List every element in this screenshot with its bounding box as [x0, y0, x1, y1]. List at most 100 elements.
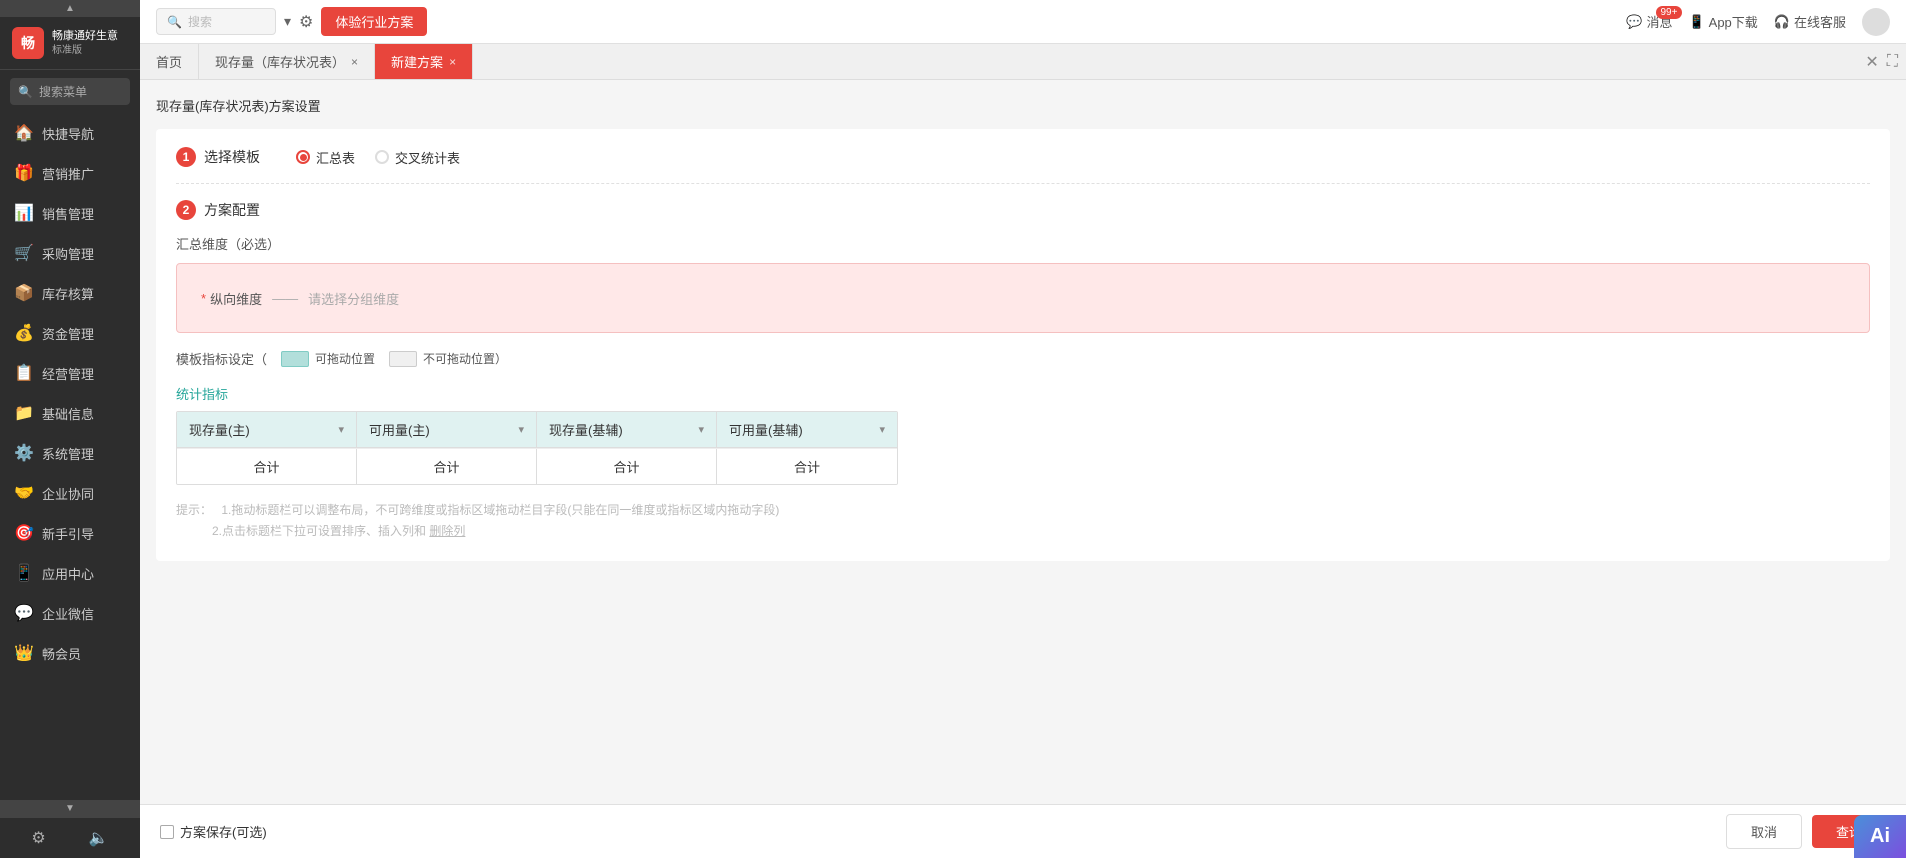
crown-icon: 👑: [14, 643, 34, 663]
sidebar-item-inventory[interactable]: 📦 库存核算: [0, 273, 140, 313]
dimension-section-label: 汇总维度（必选）: [176, 234, 1870, 253]
tip1-text: 1.拖动标题栏可以调整布局，不可跨维度或指标区域拖动栏目字段(只能在同一维度或指…: [221, 503, 779, 517]
online-support-btn[interactable]: 🎧 在线客服: [1774, 12, 1846, 31]
folder-icon: 📁: [14, 403, 34, 423]
clipboard-icon: 📋: [14, 363, 34, 383]
box-icon: 📦: [14, 283, 34, 303]
dimension-area[interactable]: * 纵向维度 —— 请选择分组维度: [176, 263, 1870, 333]
indicator-nodrag-label: 不可拖动位置）: [423, 350, 507, 367]
tab-new-plan[interactable]: 新建方案 ×: [375, 44, 473, 79]
sidebar-item-new-guide[interactable]: 🎯 新手引导: [0, 513, 140, 553]
col-dropdown-icon-0[interactable]: ▾: [338, 423, 344, 436]
app-download-btn[interactable]: 📱 App下载: [1688, 12, 1757, 31]
content-area: 现存量(库存状况表)方案设置 1 选择模板 汇总表 交叉统计表: [140, 80, 1906, 804]
step2-title: 方案配置: [204, 200, 260, 220]
indicator-drag-item: 可拖动位置: [281, 350, 375, 367]
sidebar-item-sales[interactable]: 📊 销售管理: [0, 193, 140, 233]
tab-close-btn[interactable]: ✕: [1865, 52, 1878, 72]
col-header-3[interactable]: 可用量(基辅) ▾: [717, 412, 897, 447]
topbar-search-box[interactable]: 🔍 搜索: [156, 8, 276, 35]
sidebar-bottom: ⚙ 🔈: [0, 817, 140, 858]
radio-cross[interactable]: 交叉统计表: [375, 148, 460, 167]
sidebar-item-vip[interactable]: 👑 畅会员: [0, 633, 140, 673]
col-header-1[interactable]: 可用量(主) ▾: [357, 412, 537, 447]
sidebar-item-label: 企业微信: [42, 604, 94, 623]
topbar: 🔍 搜索 ▾ ⚙ 体验行业方案 💬 消息 99+ 📱 App下载 🎧 在线客服: [140, 0, 1906, 44]
tabs-bar-right: ✕ ⛶: [1865, 52, 1906, 72]
user-avatar[interactable]: [1862, 8, 1890, 36]
sidebar: ▲ 畅 畅康通好生意 标准版 🔍 搜索菜单 🏠 快捷导航 🎁 营销推广 📊 销售…: [0, 0, 140, 858]
chart-icon: 📊: [14, 203, 34, 223]
sidebar-search-btn[interactable]: 🔍 搜索菜单: [10, 78, 130, 105]
sidebar-item-label: 畅会员: [42, 644, 81, 663]
drag-indicator-box: [281, 351, 309, 367]
handshake-icon: 🤝: [14, 483, 34, 503]
dimension-label: 纵向维度: [210, 289, 262, 308]
message-btn[interactable]: 💬 消息 99+: [1626, 12, 1672, 31]
tab-inventory-close-icon[interactable]: ×: [351, 55, 358, 69]
indicator-drag-label: 可拖动位置: [315, 350, 375, 367]
col-dropdown-icon-3[interactable]: ▾: [879, 423, 885, 436]
ai-float-button[interactable]: Ai: [1854, 815, 1906, 858]
col-header-0[interactable]: 现存量(主) ▾: [177, 412, 357, 447]
col-header-label-1: 可用量(主): [369, 420, 430, 439]
sidebar-nav: 🏠 快捷导航 🎁 营销推广 📊 销售管理 🛒 采购管理 📦 库存核算 💰 资金管…: [0, 113, 140, 800]
search-placeholder-text: 搜索: [188, 13, 212, 30]
search-icon: 🔍: [18, 85, 33, 99]
speaker-icon[interactable]: 🔈: [89, 828, 109, 848]
sidebar-item-management[interactable]: 📋 经营管理: [0, 353, 140, 393]
app-version: 标准版: [52, 44, 118, 57]
save-option[interactable]: 方案保存(可选): [160, 822, 267, 841]
sidebar-item-quick-nav[interactable]: 🏠 快捷导航: [0, 113, 140, 153]
sidebar-item-system[interactable]: ⚙️ 系统管理: [0, 433, 140, 473]
sidebar-item-marketing[interactable]: 🎁 营销推广: [0, 153, 140, 193]
sidebar-scroll-up[interactable]: ▲: [0, 0, 140, 17]
settings-icon[interactable]: ⚙: [31, 828, 45, 848]
cart-icon: 🛒: [14, 243, 34, 263]
tip-title: 提示：: [176, 503, 218, 517]
sidebar-item-enterprise[interactable]: 🤝 企业协同: [0, 473, 140, 513]
col-dropdown-icon-1[interactable]: ▾: [518, 423, 524, 436]
tab-expand-btn[interactable]: ⛶: [1887, 53, 1898, 71]
logo-text: 畅康通好生意 标准版: [52, 29, 118, 56]
tip2-link[interactable]: 删除列: [429, 524, 465, 538]
topbar-gear-icon[interactable]: ⚙: [299, 12, 313, 32]
gear-icon: ⚙️: [14, 443, 34, 463]
app-name: 畅康通好生意: [52, 29, 118, 43]
radio-summary[interactable]: 汇总表: [296, 148, 355, 167]
tab-home[interactable]: 首页: [140, 44, 199, 79]
sidebar-item-purchase[interactable]: 🛒 采购管理: [0, 233, 140, 273]
chat-icon: 💬: [14, 603, 34, 623]
tab-new-plan-close-icon[interactable]: ×: [449, 55, 456, 69]
trial-button[interactable]: 体验行业方案: [321, 7, 427, 36]
topbar-right: 💬 消息 99+ 📱 App下载 🎧 在线客服: [1626, 8, 1890, 36]
save-checkbox[interactable]: [160, 825, 174, 839]
sidebar-item-label: 营销推广: [42, 164, 94, 183]
cancel-button[interactable]: 取消: [1726, 814, 1802, 849]
step1-title: 选择模板: [204, 147, 260, 167]
radio-summary-label: 汇总表: [316, 148, 355, 167]
cell-3: 合计: [717, 449, 897, 484]
target-icon: 🎯: [14, 523, 34, 543]
sidebar-item-finance[interactable]: 💰 资金管理: [0, 313, 140, 353]
sidebar-item-wechat[interactable]: 💬 企业微信: [0, 593, 140, 633]
page-title: 现存量(库存状况表)方案设置: [156, 96, 1890, 115]
step1-header: 1 选择模板 汇总表 交叉统计表: [176, 147, 1870, 167]
indicator-row: 模板指标设定（ 可拖动位置 不可拖动位置）: [176, 349, 1870, 368]
col-header-2[interactable]: 现存量(基辅) ▾: [537, 412, 717, 447]
tip1: 提示： 1.拖动标题栏可以调整布局，不可跨维度或指标区域拖动栏目字段(只能在同一…: [176, 501, 1870, 518]
sidebar-item-label: 采购管理: [42, 244, 94, 263]
col-dropdown-icon-2[interactable]: ▾: [698, 423, 704, 436]
message-badge: 99+: [1656, 6, 1683, 19]
sidebar-item-basic-info[interactable]: 📁 基础信息: [0, 393, 140, 433]
dimension-placeholder: 请选择分组维度: [308, 289, 399, 308]
stats-table-row: 合计 合计 合计 合计: [177, 448, 897, 484]
headset-icon: 🎧: [1774, 14, 1790, 30]
sidebar-item-app-center[interactable]: 📱 应用中心: [0, 553, 140, 593]
tab-inventory-status[interactable]: 现存量（库存状况表） ×: [199, 44, 375, 79]
topbar-dropdown-btn[interactable]: ▾: [284, 13, 291, 30]
tabs-bar: 首页 现存量（库存状况表） × 新建方案 × ✕ ⛶: [140, 44, 1906, 80]
step2-num: 2: [176, 200, 196, 220]
col-header-label-0: 现存量(主): [189, 420, 250, 439]
sidebar-scroll-down[interactable]: ▼: [0, 800, 140, 817]
